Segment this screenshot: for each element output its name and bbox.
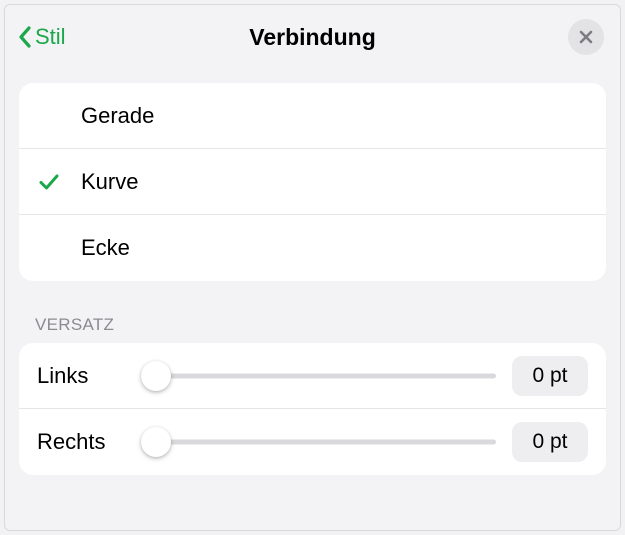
list-item-label: Ecke [81, 235, 130, 261]
connection-type-list: Gerade Kurve Ecke [19, 83, 606, 281]
connection-type-gerade[interactable]: Gerade [19, 83, 606, 149]
slider-thumb[interactable] [141, 427, 171, 457]
offset-label: Rechts [37, 429, 127, 455]
close-button[interactable] [568, 19, 604, 55]
close-icon [578, 29, 594, 45]
offset-slider-rechts[interactable] [143, 427, 496, 457]
offset-row-rechts: Rechts 0 pt [19, 409, 606, 475]
connection-type-kurve[interactable]: Kurve [19, 149, 606, 215]
offset-group: Links 0 pt Rechts 0 pt [19, 343, 606, 475]
offset-section-header: Versatz [35, 315, 590, 335]
checkmark-icon [37, 170, 61, 194]
back-button[interactable]: Stil [17, 24, 66, 50]
connection-panel: Stil Verbindung Gerade Kurve [4, 4, 621, 531]
slider-track [143, 440, 496, 445]
list-item-label: Kurve [81, 169, 138, 195]
back-label: Stil [35, 24, 66, 50]
offset-label: Links [37, 363, 127, 389]
offset-row-links: Links 0 pt [19, 343, 606, 409]
chevron-left-icon [17, 25, 33, 49]
offset-value-rechts[interactable]: 0 pt [512, 422, 588, 462]
check-slot [37, 170, 81, 194]
list-item-label: Gerade [81, 103, 154, 129]
connection-type-ecke[interactable]: Ecke [19, 215, 606, 281]
offset-value-links[interactable]: 0 pt [512, 356, 588, 396]
slider-track [143, 373, 496, 378]
slider-thumb[interactable] [141, 361, 171, 391]
panel-header: Stil Verbindung [5, 5, 620, 65]
offset-slider-links[interactable] [143, 361, 496, 391]
panel-title: Verbindung [249, 24, 376, 51]
